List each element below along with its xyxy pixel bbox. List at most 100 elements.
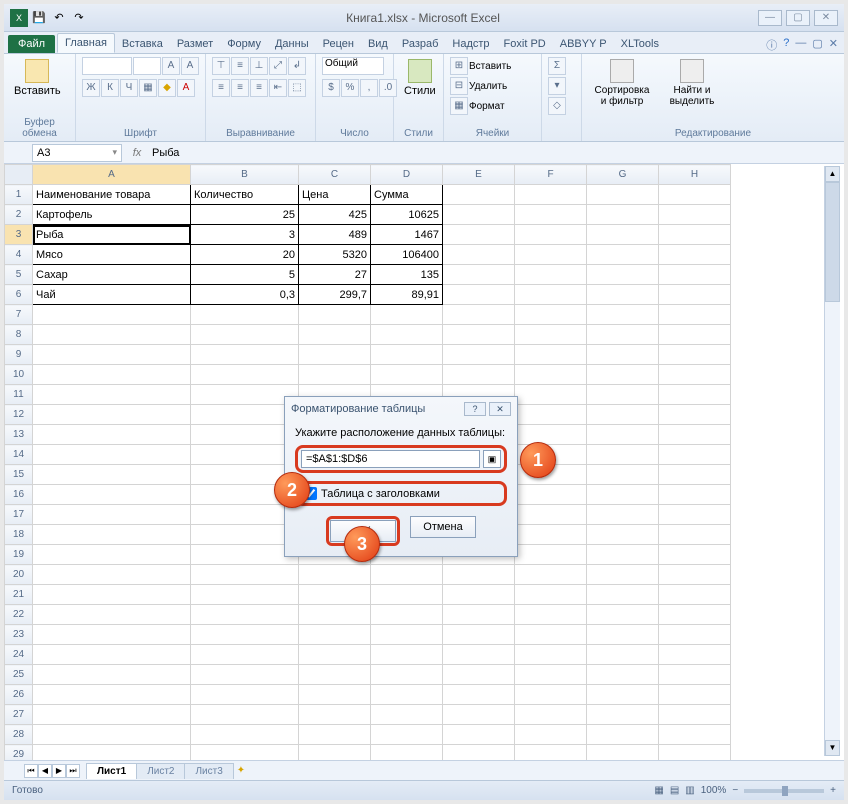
cell-G27[interactable] <box>587 705 659 725</box>
tab-view[interactable]: Вид <box>361 35 395 53</box>
cell-A25[interactable] <box>33 665 191 685</box>
col-header-E[interactable]: E <box>443 165 515 185</box>
cell-A3[interactable]: Рыба <box>33 225 191 245</box>
ribbon-restore-icon[interactable]: ▢ <box>812 37 822 53</box>
close-button[interactable]: ✕ <box>814 10 838 26</box>
cell-E26[interactable] <box>443 685 515 705</box>
cell-G9[interactable] <box>587 345 659 365</box>
cell-A27[interactable] <box>33 705 191 725</box>
redo-icon[interactable]: ↷ <box>70 9 88 27</box>
cell-D27[interactable] <box>371 705 443 725</box>
cell-F18[interactable] <box>515 525 587 545</box>
cell-C2[interactable]: 425 <box>299 205 371 225</box>
row-header-10[interactable]: 10 <box>5 365 33 385</box>
cell-A18[interactable] <box>33 525 191 545</box>
cell-A17[interactable] <box>33 505 191 525</box>
cell-G10[interactable] <box>587 365 659 385</box>
scroll-up-icon[interactable]: ▲ <box>825 166 840 182</box>
ribbon-help-icon[interactable]: ⓘ <box>766 37 777 53</box>
cell-B26[interactable] <box>191 685 299 705</box>
find-select-button[interactable]: Найти и выделить <box>660 57 724 109</box>
currency-icon[interactable]: $ <box>322 79 340 97</box>
cell-G24[interactable] <box>587 645 659 665</box>
font-size-select[interactable] <box>133 57 161 75</box>
cell-F3[interactable] <box>515 225 587 245</box>
cell-G28[interactable] <box>587 725 659 745</box>
cell-D3[interactable]: 1467 <box>371 225 443 245</box>
cell-E10[interactable] <box>443 365 515 385</box>
border-icon[interactable]: ▦ <box>139 79 157 97</box>
cell-F22[interactable] <box>515 605 587 625</box>
cell-H20[interactable] <box>659 565 731 585</box>
cell-G29[interactable] <box>587 745 659 761</box>
cell-A4[interactable]: Мясо <box>33 245 191 265</box>
cell-B1[interactable]: Количество <box>191 185 299 205</box>
cell-B13[interactable] <box>191 425 299 445</box>
maximize-button[interactable]: ▢ <box>786 10 810 26</box>
view-layout-icon[interactable]: ▤ <box>670 785 679 796</box>
tab-addins[interactable]: Надстр <box>445 35 496 53</box>
cell-A5[interactable]: Сахар <box>33 265 191 285</box>
cell-F8[interactable] <box>515 325 587 345</box>
cell-A20[interactable] <box>33 565 191 585</box>
cell-A21[interactable] <box>33 585 191 605</box>
tab-foxit[interactable]: Foxit PD <box>497 35 553 53</box>
cell-F7[interactable] <box>515 305 587 325</box>
cell-H9[interactable] <box>659 345 731 365</box>
cell-G15[interactable] <box>587 465 659 485</box>
cell-C4[interactable]: 5320 <box>299 245 371 265</box>
row-header-11[interactable]: 11 <box>5 385 33 405</box>
cell-F23[interactable] <box>515 625 587 645</box>
font-name-select[interactable] <box>82 57 132 75</box>
ribbon-min-icon[interactable]: — <box>795 37 806 53</box>
cell-F26[interactable] <box>515 685 587 705</box>
percent-icon[interactable]: % <box>341 79 359 97</box>
tab-developer[interactable]: Разраб <box>395 35 446 53</box>
cell-F1[interactable] <box>515 185 587 205</box>
cell-B11[interactable] <box>191 385 299 405</box>
cell-A23[interactable] <box>33 625 191 645</box>
align-right-icon[interactable]: ≡ <box>250 79 268 97</box>
row-header-28[interactable]: 28 <box>5 725 33 745</box>
cell-E25[interactable] <box>443 665 515 685</box>
cell-G17[interactable] <box>587 505 659 525</box>
row-header-4[interactable]: 4 <box>5 245 33 265</box>
new-sheet-icon[interactable]: ✦ <box>237 765 245 776</box>
cell-H11[interactable] <box>659 385 731 405</box>
cell-H28[interactable] <box>659 725 731 745</box>
cell-A26[interactable] <box>33 685 191 705</box>
cell-F4[interactable] <box>515 245 587 265</box>
fx-icon[interactable]: fx <box>128 147 146 159</box>
cell-E22[interactable] <box>443 605 515 625</box>
cell-D25[interactable] <box>371 665 443 685</box>
cell-G18[interactable] <box>587 525 659 545</box>
cell-F12[interactable] <box>515 405 587 425</box>
cell-D5[interactable]: 135 <box>371 265 443 285</box>
cell-C23[interactable] <box>299 625 371 645</box>
col-header-G[interactable]: G <box>587 165 659 185</box>
row-header-25[interactable]: 25 <box>5 665 33 685</box>
tab-insert[interactable]: Вставка <box>115 35 170 53</box>
cell-E20[interactable] <box>443 565 515 585</box>
row-header-29[interactable]: 29 <box>5 745 33 761</box>
cell-C8[interactable] <box>299 325 371 345</box>
cell-H24[interactable] <box>659 645 731 665</box>
cell-H13[interactable] <box>659 425 731 445</box>
cell-B3[interactable]: 3 <box>191 225 299 245</box>
cell-G22[interactable] <box>587 605 659 625</box>
comma-icon[interactable]: , <box>360 79 378 97</box>
cell-E2[interactable] <box>443 205 515 225</box>
cell-B22[interactable] <box>191 605 299 625</box>
cell-D24[interactable] <box>371 645 443 665</box>
cell-F20[interactable] <box>515 565 587 585</box>
col-header-H[interactable]: H <box>659 165 731 185</box>
font-color-icon[interactable]: A <box>177 79 195 97</box>
tab-review[interactable]: Рецен <box>316 35 361 53</box>
cell-B18[interactable] <box>191 525 299 545</box>
cell-H12[interactable] <box>659 405 731 425</box>
align-center-icon[interactable]: ≡ <box>231 79 249 97</box>
cell-G2[interactable] <box>587 205 659 225</box>
cell-E9[interactable] <box>443 345 515 365</box>
sheet-nav-prev-icon[interactable]: ◀ <box>38 764 52 778</box>
cell-B2[interactable]: 25 <box>191 205 299 225</box>
